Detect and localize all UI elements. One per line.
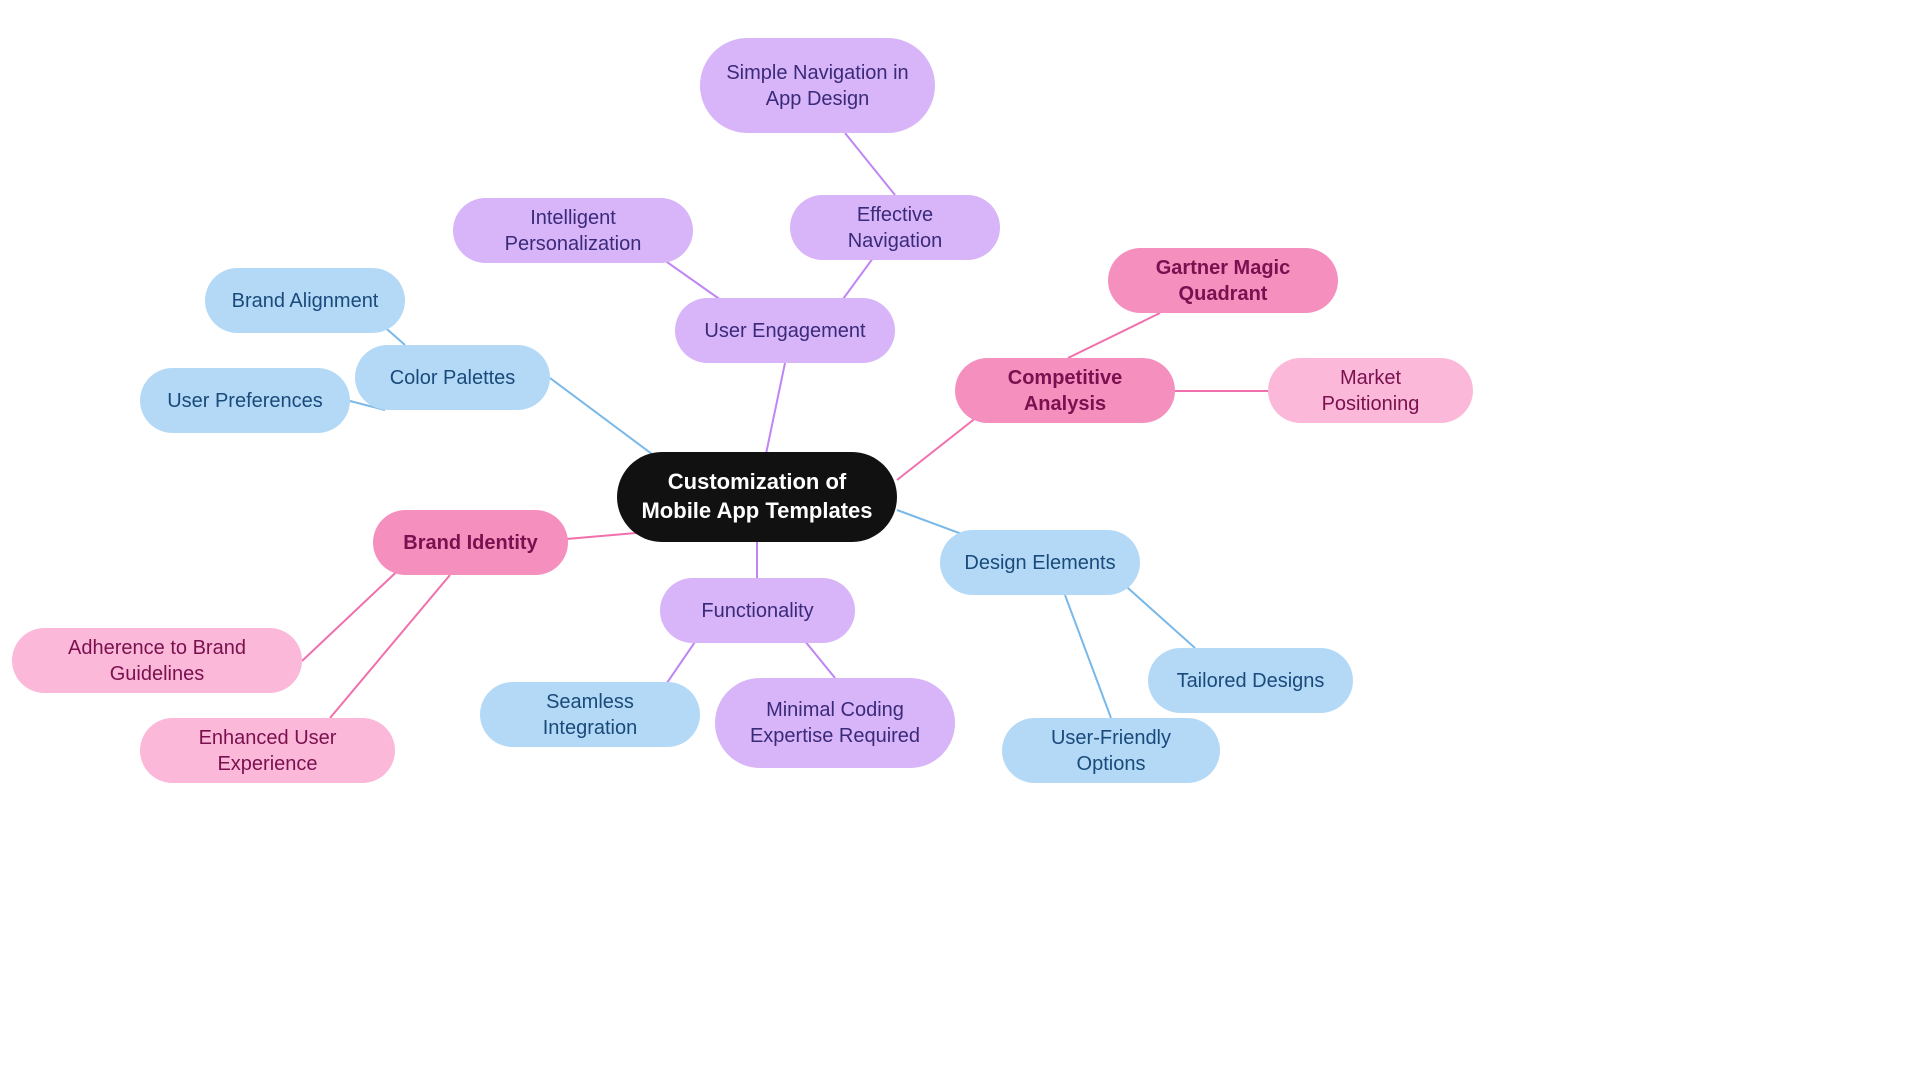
tailored-designs-label: Tailored Designs	[1177, 668, 1325, 694]
effective-navigation-label: Effective Navigation	[812, 202, 978, 254]
user-friendly-label: User-Friendly Options	[1024, 725, 1198, 777]
minimal-coding-node: Minimal Coding Expertise Required	[715, 678, 955, 768]
intelligent-personalization-label: Intelligent Personalization	[475, 205, 671, 257]
center-node: Customization of Mobile App Templates	[617, 452, 897, 542]
simple-navigation-label: Simple Navigation in App Design	[722, 60, 913, 112]
functionality-node: Functionality	[660, 578, 855, 643]
adherence-brand-label: Adherence to Brand Guidelines	[34, 635, 280, 687]
gartner-label: Gartner Magic Quadrant	[1130, 255, 1316, 307]
simple-navigation-node: Simple Navigation in App Design	[700, 38, 935, 133]
market-positioning-label: Market Positioning	[1290, 365, 1451, 417]
brand-alignment-label: Brand Alignment	[232, 288, 379, 314]
user-engagement-node: User Engagement	[675, 298, 895, 363]
minimal-coding-label: Minimal Coding Expertise Required	[737, 697, 933, 749]
gartner-node: Gartner Magic Quadrant	[1108, 248, 1338, 313]
adherence-brand-node: Adherence to Brand Guidelines	[12, 628, 302, 693]
seamless-integration-node: Seamless Integration	[480, 682, 700, 747]
design-elements-label: Design Elements	[964, 550, 1115, 576]
brand-identity-node: Brand Identity	[373, 510, 568, 575]
user-preferences-node: User Preferences	[140, 368, 350, 433]
user-friendly-node: User-Friendly Options	[1002, 718, 1220, 783]
brand-alignment-node: Brand Alignment	[205, 268, 405, 333]
brand-identity-label: Brand Identity	[403, 530, 537, 556]
center-label: Customization of Mobile App Templates	[639, 468, 875, 525]
competitive-analysis-node: Competitive Analysis	[955, 358, 1175, 423]
design-elements-node: Design Elements	[940, 530, 1140, 595]
color-palettes-node: Color Palettes	[355, 345, 550, 410]
effective-navigation-node: Effective Navigation	[790, 195, 1000, 260]
color-palettes-label: Color Palettes	[390, 365, 516, 391]
user-engagement-label: User Engagement	[704, 318, 865, 344]
user-preferences-label: User Preferences	[167, 388, 323, 414]
competitive-analysis-label: Competitive Analysis	[977, 365, 1153, 417]
enhanced-user-label: Enhanced User Experience	[162, 725, 373, 777]
seamless-integration-label: Seamless Integration	[502, 689, 678, 741]
functionality-label: Functionality	[701, 598, 813, 624]
enhanced-user-node: Enhanced User Experience	[140, 718, 395, 783]
tailored-designs-node: Tailored Designs	[1148, 648, 1353, 713]
market-positioning-node: Market Positioning	[1268, 358, 1473, 423]
intelligent-personalization-node: Intelligent Personalization	[453, 198, 693, 263]
